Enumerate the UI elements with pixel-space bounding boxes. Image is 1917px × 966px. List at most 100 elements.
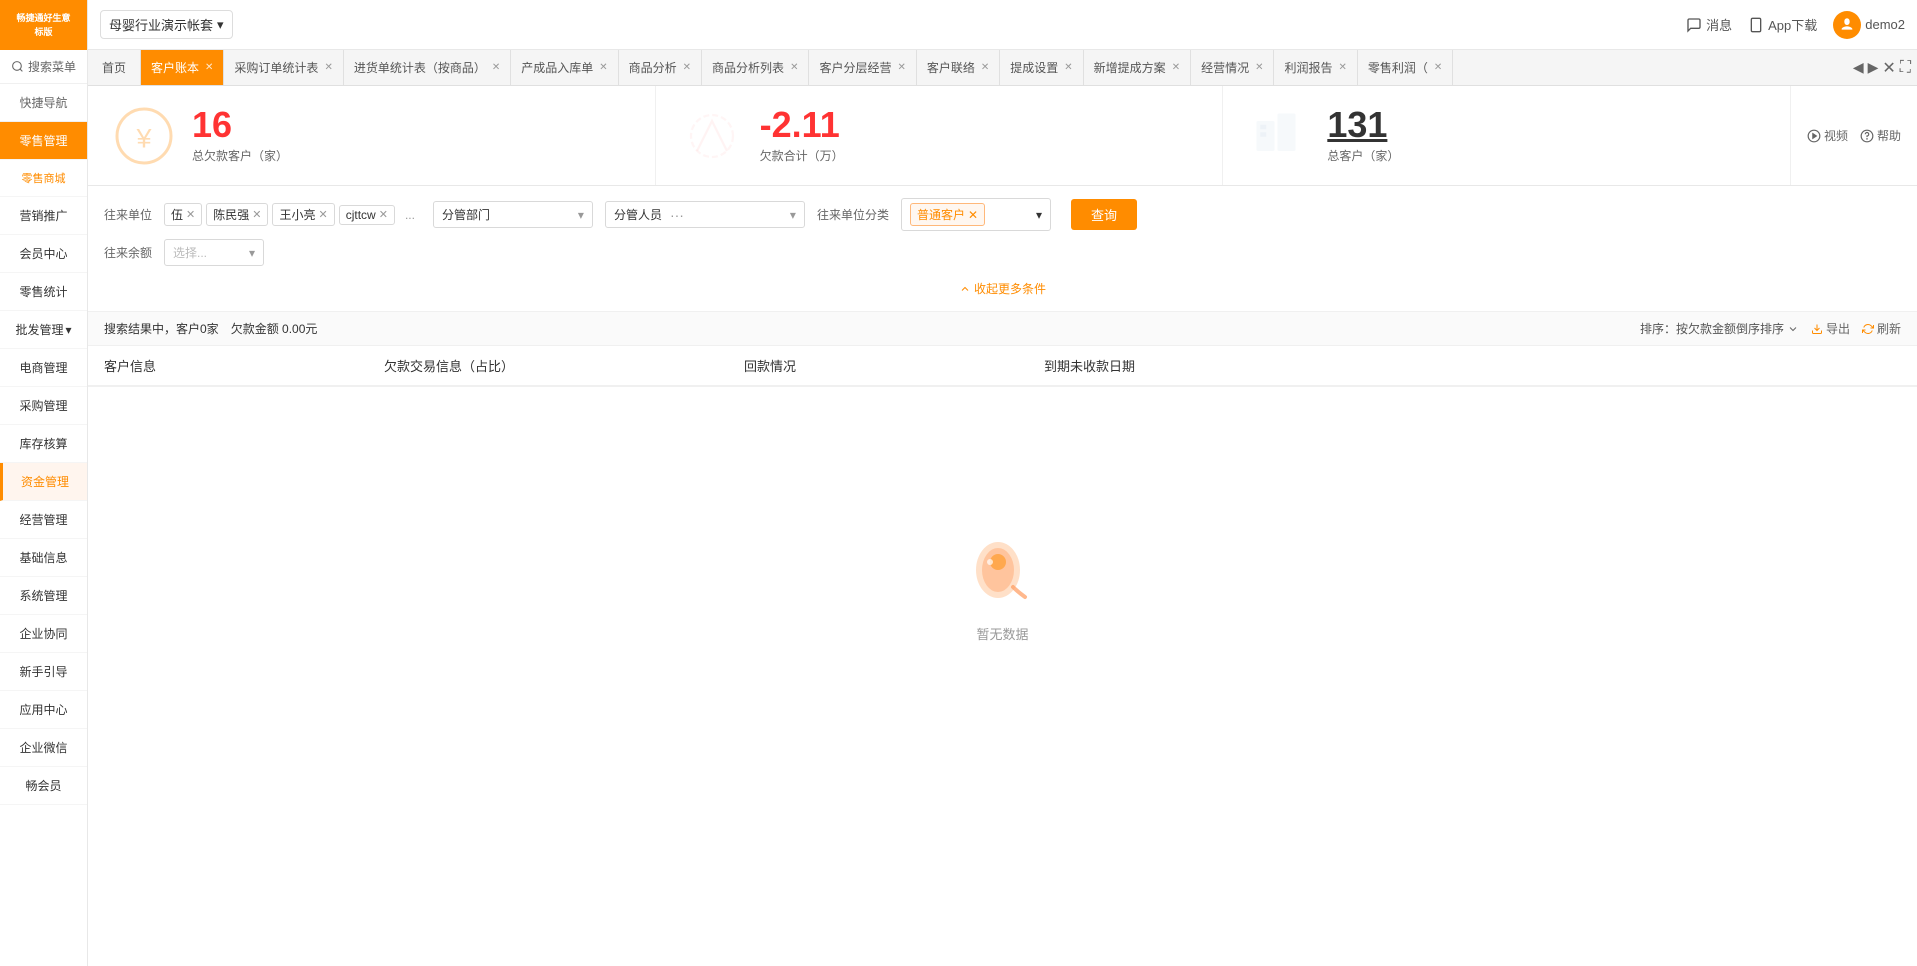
sidebar-item-ecommerce[interactable]: 电商管理 [0, 349, 87, 387]
branch-dept-select[interactable]: 分管部门 ▾ [433, 201, 593, 228]
tab-close-product-analysis[interactable]: ✕ [683, 62, 691, 73]
remove-tag-4[interactable]: ✕ [379, 208, 388, 221]
sidebar-item-newbie[interactable]: 新手引导 [0, 653, 87, 691]
remove-tag-2[interactable]: ✕ [252, 208, 261, 221]
table-body: 暂无数据 [88, 387, 1917, 787]
tabs-bar: 首页 客户账本 ✕ 采购订单统计表 ✕ 进货单统计表（按商品） ✕ 产成品入库单… [88, 50, 1917, 86]
stat-total-customers: 131 总客户（家） [1223, 86, 1791, 185]
tab-close-retail-profit[interactable]: ✕ [1434, 62, 1442, 73]
col-repayment: 回款情况 [744, 356, 1044, 375]
message-btn[interactable]: 消息 [1686, 15, 1732, 34]
overdue-customers-icon: ¥ [112, 104, 176, 168]
sidebar-item-purchase[interactable]: 采购管理 [0, 387, 87, 425]
col-due-date: 到期未收款日期 [1044, 356, 1901, 375]
tab-profit-report[interactable]: 利润报告 ✕ [1274, 50, 1357, 85]
sidebar-item-wholesale[interactable]: 批发管理 ▾ [0, 311, 87, 349]
tab-close-tips-settings[interactable]: ✕ [1064, 62, 1072, 73]
sidebar-item-operation[interactable]: 经营管理 [0, 501, 87, 539]
sidebar-item-enterprise-wechat[interactable]: 企业微信 [0, 729, 87, 767]
branch-person-select[interactable]: 分管人员 ··· ▾ [605, 201, 805, 228]
tab-close-add-tips-plan[interactable]: ✕ [1172, 62, 1180, 73]
filter-tag-4[interactable]: cjttcw ✕ [339, 205, 395, 225]
remove-normal-tag[interactable]: ✕ [968, 208, 978, 222]
tab-home[interactable]: 首页 [88, 50, 141, 85]
sidebar-item-vip-member[interactable]: 畅会员 [0, 767, 87, 805]
branch-person-dots[interactable]: ··· [666, 207, 688, 223]
balance-select[interactable]: 选择... ▾ [164, 239, 264, 266]
search-menu[interactable]: 搜索菜单 [0, 50, 87, 84]
filter-tag-2[interactable]: 陈民强 ✕ [206, 203, 268, 226]
tabs-prev-btn[interactable]: ◀ [1853, 59, 1864, 76]
collapse-btn[interactable]: 收起更多条件 [104, 274, 1901, 299]
total-customers-number: 131 [1327, 107, 1399, 143]
sidebar-item-retail-stats[interactable]: 零售统计 [0, 273, 87, 311]
unit-class-select[interactable]: 普通客户 ✕ ▾ [901, 198, 1051, 231]
col-overdue-info: 欠款交易信息（占比） [384, 356, 744, 375]
tab-product-analysis[interactable]: 商品分析 ✕ [619, 50, 702, 85]
suite-selector[interactable]: 母婴行业演示帐套 ▾ [100, 10, 233, 39]
sidebar-item-system[interactable]: 系统管理 [0, 577, 87, 615]
query-button[interactable]: 查询 [1071, 199, 1137, 230]
sidebar-item-enterprise[interactable]: 企业协同 [0, 615, 87, 653]
tab-customer-capital[interactable]: 客户账本 ✕ [141, 50, 224, 85]
sidebar-item-retail-mall[interactable]: 零售商城 [0, 160, 87, 197]
sidebar-item-retail[interactable]: 零售管理 [0, 122, 87, 160]
table-container: 客户信息 欠款交易信息（占比） 回款情况 到期未收款日期 暂无数据 [88, 346, 1917, 787]
export-btn[interactable]: 导出 [1811, 320, 1850, 337]
svg-text:¥: ¥ [135, 123, 152, 153]
tab-purchase-stats[interactable]: 进货单统计表（按商品） ✕ [344, 50, 511, 85]
sidebar-item-inventory[interactable]: 库存核算 [0, 425, 87, 463]
filter-area: 往来单位 伍 ✕ 陈民强 ✕ 王小亮 ✕ cjttcw [88, 186, 1917, 312]
unit-label: 往来单位 [104, 206, 152, 223]
tab-customer-contact[interactable]: 客户联络 ✕ [917, 50, 1000, 85]
tab-close-product-analysis-list[interactable]: ✕ [790, 62, 798, 73]
search-results-bar: 搜索结果中，客户0家 欠款金额 0.00元 排序：按欠款金额倒序排序 导出 刷新 [88, 312, 1917, 346]
remove-tag-1[interactable]: ✕ [186, 208, 195, 221]
tab-tips-settings[interactable]: 提成设置 ✕ [1000, 50, 1083, 85]
filter-tag-1[interactable]: 伍 ✕ [164, 203, 202, 226]
tabs-expand-btn[interactable]: ⛶ [1900, 59, 1911, 77]
tab-operation-status[interactable]: 经营情况 ✕ [1191, 50, 1274, 85]
tab-customer-tier[interactable]: 客户分层经营 ✕ [809, 50, 916, 85]
filter-tag-3[interactable]: 王小亮 ✕ [272, 203, 334, 226]
tab-close-customer-tier[interactable]: ✕ [897, 62, 905, 73]
tab-close-customer-capital[interactable]: ✕ [205, 62, 213, 73]
filter-row-2: 往来余额 选择... ▾ [104, 239, 1901, 266]
quick-nav[interactable]: 快捷导航 [0, 84, 87, 122]
total-customers-icon [1247, 104, 1311, 168]
sidebar-item-basic-info[interactable]: 基础信息 [0, 539, 87, 577]
refresh-btn[interactable]: 刷新 [1862, 320, 1901, 337]
tabs-close-all-btn[interactable]: ✕ [1882, 58, 1895, 78]
tab-close-purchase-stats[interactable]: ✕ [492, 62, 500, 73]
sort-select[interactable]: 排序：按欠款金额倒序排序 [1640, 320, 1799, 337]
video-btn[interactable]: 视频 [1807, 127, 1848, 144]
content-area: ¥ 16 总欠款客户（家） -2.11 欠款合计（万） [88, 86, 1917, 966]
user-avatar[interactable]: demo2 [1833, 11, 1905, 39]
app-logo: 畅捷通好生意 标版 [0, 0, 87, 50]
tab-close-production-in[interactable]: ✕ [599, 62, 607, 73]
main-area: 母婴行业演示帐套 ▾ 消息 App下载 demo2 首页 [88, 0, 1917, 966]
filter-tag-more[interactable]: ... [399, 206, 421, 224]
sidebar-item-marketing[interactable]: 营销推广 [0, 197, 87, 235]
filter-tags: 伍 ✕ 陈民强 ✕ 王小亮 ✕ cjttcw ✕ [164, 203, 421, 226]
help-btn[interactable]: 帮助 [1860, 127, 1901, 144]
tab-close-operation-status[interactable]: ✕ [1255, 62, 1263, 73]
tab-retail-profit[interactable]: 零售利润（ ✕ [1358, 50, 1453, 85]
sidebar-item-finance[interactable]: 资金管理 [0, 463, 87, 501]
tab-product-analysis-list[interactable]: 商品分析列表 ✕ [702, 50, 809, 85]
overdue-customers-number: 16 [192, 107, 288, 143]
tab-purchase-order[interactable]: 采购订单统计表 ✕ [224, 50, 343, 85]
sidebar-item-app-center[interactable]: 应用中心 [0, 691, 87, 729]
unit-class-label: 往来单位分类 [817, 206, 889, 223]
app-download-btn[interactable]: App下载 [1748, 15, 1817, 34]
tab-close-customer-contact[interactable]: ✕ [981, 62, 989, 73]
tab-production-in[interactable]: 产成品入库单 ✕ [511, 50, 618, 85]
tab-close-purchase-order[interactable]: ✕ [324, 62, 332, 73]
tab-close-profit-report[interactable]: ✕ [1339, 62, 1347, 73]
remove-tag-3[interactable]: ✕ [319, 208, 328, 221]
tabs-next-btn[interactable]: ▶ [1868, 59, 1879, 76]
col-customer-info: 客户信息 [104, 356, 384, 375]
sidebar-item-member[interactable]: 会员中心 [0, 235, 87, 273]
tab-add-tips-plan[interactable]: 新增提成方案 ✕ [1084, 50, 1191, 85]
overdue-customers-label: 总欠款客户（家） [192, 147, 288, 164]
